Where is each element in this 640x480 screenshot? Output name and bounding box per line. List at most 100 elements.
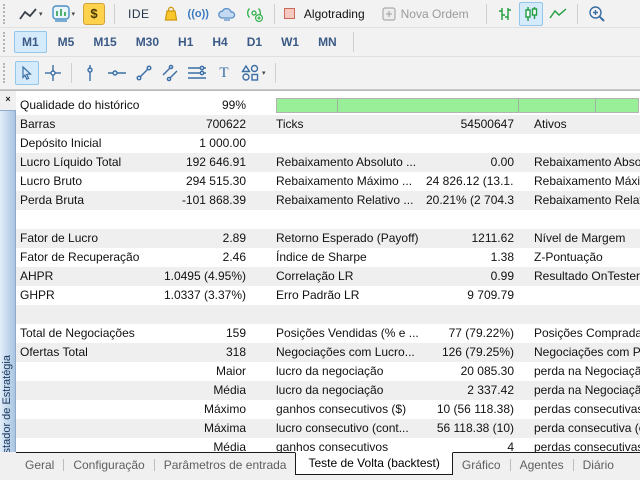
toolbar-line-studies: T ▾ <box>0 57 640 90</box>
shapes-tool[interactable]: ▾ <box>238 61 269 85</box>
line-chart-mode-button[interactable] <box>545 2 571 26</box>
table-row[interactable]: Barras 700622 Ticks 54500647 Ativos <box>16 115 640 134</box>
stat-label: Posições Compradas <box>534 326 640 340</box>
bar-chart-mode-button[interactable] <box>493 2 517 26</box>
zoom-in-button[interactable] <box>584 2 610 26</box>
timeframe-mn[interactable]: MN <box>310 31 345 53</box>
timeframe-m1[interactable]: M1 <box>14 31 47 53</box>
tab-parametros[interactable]: Parâmetros de entrada <box>155 454 296 476</box>
stat-label: Total de Negociações <box>20 326 135 340</box>
stat-value: 4 <box>507 440 514 453</box>
table-row[interactable]: Fator de Recuperação 2.46 Índice de Sharpe… <box>16 248 640 267</box>
stat-value: 294 515.30 <box>185 174 246 188</box>
strategy-tester-vertical-tab[interactable]: Testador de Estratégia <box>0 110 16 472</box>
stat-label <box>16 381 156 400</box>
horizontal-line-tool[interactable] <box>104 61 130 85</box>
tab-backtest[interactable]: Teste de Volta (backtest) <box>295 452 453 475</box>
table-row[interactable] <box>16 305 640 324</box>
dollar-icon: $ <box>83 2 106 25</box>
equidistant-lines-icon <box>187 64 207 82</box>
tab-agentes[interactable]: Agentes <box>511 454 573 476</box>
shopping-bag-icon <box>162 5 180 23</box>
table-row[interactable]: Maior lucro da negociação 20 085.30 perda n… <box>16 362 640 381</box>
cloud-icon <box>217 6 237 22</box>
table-row[interactable]: Depósito Inicial 1 000.00 <box>16 134 640 153</box>
table-row[interactable]: Perda Bruta -101 868.39 Rebaixamento Relat… <box>16 191 640 210</box>
crosshair-tool-button[interactable] <box>41 61 65 85</box>
stat-value <box>156 305 246 324</box>
timeframe-m30[interactable]: M30 <box>128 31 167 53</box>
text-tool[interactable]: T <box>212 61 236 85</box>
new-order-label: Nova Ordem <box>400 6 469 21</box>
toolbar-grip[interactable] <box>3 63 10 83</box>
cloud-button[interactable] <box>214 2 240 26</box>
stat-label: perdas consecutivas <box>534 402 640 416</box>
stat-label: Perda Bruta <box>20 193 85 207</box>
market-button[interactable] <box>159 2 183 26</box>
equidistant-lines-tool[interactable] <box>184 61 210 85</box>
chart-list-button[interactable]: ▾ <box>15 2 46 26</box>
stat-label <box>534 305 640 324</box>
trendline-tool[interactable] <box>132 61 156 85</box>
timeframe-h4[interactable]: H4 <box>204 31 235 53</box>
candlestick-mode-button[interactable] <box>518 1 543 26</box>
stat-label: Negociações com Pe <box>534 345 640 359</box>
table-row[interactable] <box>16 210 640 229</box>
close-panel-button[interactable]: × <box>0 91 16 107</box>
cursor-tool-button[interactable] <box>15 61 39 85</box>
stat-label <box>276 305 426 324</box>
stat-value: 2 337.42 <box>467 383 514 397</box>
tab-geral[interactable]: Geral <box>16 454 63 476</box>
timeframe-d1[interactable]: D1 <box>239 31 270 53</box>
stat-label <box>534 134 640 153</box>
stat-label: Rebaixamento Máximo ... <box>276 174 413 188</box>
stat-label <box>276 134 426 153</box>
toolbar-separator <box>274 63 276 83</box>
table-row[interactable]: Média lucro da negociação 2 337.42 perda na… <box>16 381 640 400</box>
stat-value <box>426 210 514 229</box>
table-row[interactable]: Total de Negociações 159 Posições Vendidas… <box>16 324 640 343</box>
table-row[interactable]: Média ganhos consecutivos 4 perdas consecut… <box>16 438 640 453</box>
ide-button[interactable]: IDE <box>121 2 157 26</box>
stat-label: ganhos consecutivos ($) <box>276 402 407 416</box>
table-row[interactable]: Lucro Bruto 294 515.30 Rebaixamento Máximo… <box>16 172 640 191</box>
chevron-down-icon: ▾ <box>262 70 266 77</box>
timeframe-w1[interactable]: W1 <box>273 31 307 53</box>
table-row[interactable]: Ofertas Total 318 Negociações com Lucro...… <box>16 343 640 362</box>
stat-value <box>426 305 514 324</box>
signals-button[interactable]: ((o)) <box>185 2 212 26</box>
toolbar-grip[interactable] <box>3 3 10 24</box>
report-table: Qualidade do histórico 99% Barras 700622 Tic… <box>16 91 640 453</box>
stat-label: Resultado OnTester <box>534 269 640 283</box>
tester-tabbar: Geral Configuração Parâmetros de entrada… <box>0 452 640 477</box>
vertical-line-icon <box>82 64 98 82</box>
chart-window-icon <box>51 4 71 23</box>
table-row[interactable]: Lucro Líquido Total 192 646.91 Rebaixament… <box>16 153 640 172</box>
table-row[interactable]: GHPR 1.0337 (3.37%) Erro Padrão LR 9 709.79 <box>16 286 640 305</box>
tab-grafico[interactable]: Gráfico <box>453 454 510 476</box>
timeframe-h1[interactable]: H1 <box>170 31 201 53</box>
tab-configuracao[interactable]: Configuração <box>64 454 153 476</box>
timeframe-m15[interactable]: M15 <box>85 31 124 53</box>
timeframe-m5[interactable]: M5 <box>50 31 83 53</box>
table-row[interactable]: Máxima lucro consecutivo (cont... 56 118.3… <box>16 419 640 438</box>
stat-label: ganhos consecutivos <box>276 440 389 453</box>
crosshair-icon <box>44 64 62 82</box>
vertical-line-tool[interactable] <box>78 61 102 85</box>
tab-diario[interactable]: Diário <box>574 454 623 476</box>
toolbar-grip[interactable] <box>3 32 10 52</box>
dollar-trade-button[interactable]: $ <box>80 2 108 26</box>
stat-value: 159 <box>225 326 246 340</box>
table-row[interactable]: Fator de Lucro 2.89 Retorno Esperado (Payo… <box>16 229 640 248</box>
table-row[interactable]: Máximo ganhos consecutivos ($) 10 (56 118.… <box>16 400 640 419</box>
table-row[interactable]: AHPR 1.0495 (4.95%) Correlação LR 0.99 Resul… <box>16 267 640 286</box>
toolbar-separator <box>114 3 116 24</box>
stat-value: Máximo <box>203 402 246 416</box>
chevron-down-icon: ▾ <box>71 10 76 18</box>
table-row[interactable]: Qualidade do histórico 99% <box>16 96 640 115</box>
chart-profiles-button[interactable]: ▾ <box>48 2 79 26</box>
algotrading-toggle[interactable]: Algotrading <box>281 2 376 26</box>
copy-trading-button[interactable] <box>242 2 268 26</box>
new-order-button[interactable]: Nova Ordem <box>378 2 480 26</box>
channel-tool[interactable] <box>158 61 182 85</box>
